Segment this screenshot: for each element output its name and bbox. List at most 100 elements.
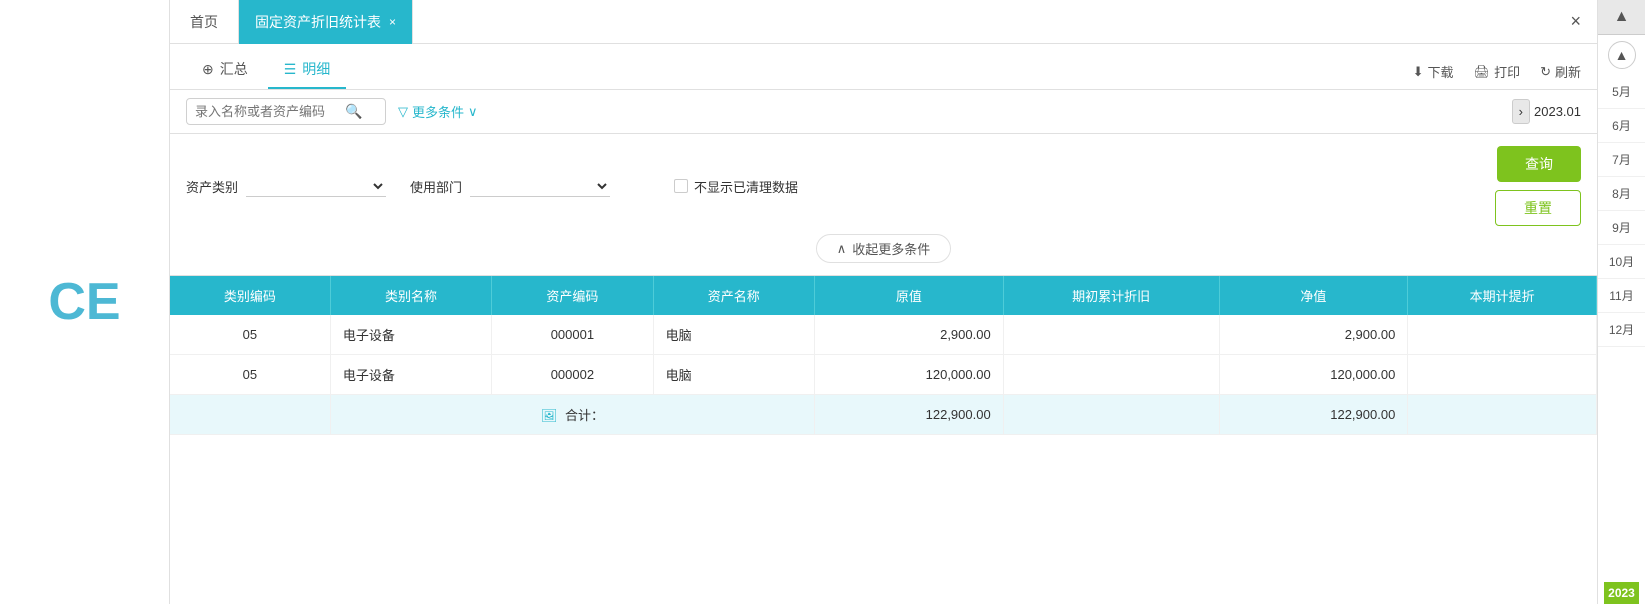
month-12[interactable]: 12月 bbox=[1598, 313, 1645, 347]
tab-active[interactable]: 固定资产折旧统计表 × bbox=[239, 0, 413, 44]
filter-row: 资产类别 使用部门 不显示已清理数据 查询 重置 bbox=[186, 146, 1581, 226]
cell-current-depreciation-2 bbox=[1408, 355, 1597, 395]
cell-asset-code-2: 000002 bbox=[492, 355, 653, 395]
filter-area: 资产类别 使用部门 不显示已清理数据 查询 重置 ∧ bbox=[170, 134, 1597, 276]
sidebar-circle-up[interactable]: ▲ bbox=[1608, 41, 1636, 69]
more-conditions-label: 更多条件 bbox=[412, 102, 464, 121]
collapse-button[interactable]: ∧ 收起更多条件 bbox=[816, 234, 952, 263]
search-input-wrapper[interactable]: 🔍 bbox=[186, 98, 386, 125]
col-asset-code: 资产编码 bbox=[492, 276, 653, 315]
cell-original-value-2: 120,000.00 bbox=[814, 355, 1003, 395]
tab-summary-label: 汇总 bbox=[220, 59, 248, 79]
hide-cleared-wrapper: 不显示已清理数据 bbox=[674, 177, 798, 196]
hide-cleared-label: 不显示已清理数据 bbox=[694, 177, 798, 196]
table-area: 类别编码 类别名称 资产编码 资产名称 原值 期初累计折旧 净值 本期计提折 0… bbox=[170, 276, 1597, 604]
sidebar-months: 5月 6月 7月 8月 9月 10月 11月 12月 bbox=[1598, 75, 1645, 347]
tab-bar: 首页 固定资产折旧统计表 × × bbox=[170, 0, 1597, 44]
sidebar-up-arrow[interactable]: ▲ bbox=[1598, 0, 1645, 35]
cell-original-value-1: 2,900.00 bbox=[814, 315, 1003, 355]
toolbar-right: ⬇ 下载 🖨 打印 ↻ 刷新 bbox=[1413, 62, 1581, 89]
month-11[interactable]: 11月 bbox=[1598, 279, 1645, 313]
download-button[interactable]: ⬇ 下载 bbox=[1413, 62, 1454, 81]
tab-summary[interactable]: ⊕ 汇总 bbox=[186, 51, 264, 89]
col-asset-name: 资产名称 bbox=[653, 276, 814, 315]
download-icon: ⬇ bbox=[1413, 64, 1424, 80]
tab-home-label: 首页 bbox=[190, 12, 218, 32]
cell-net-value-1: 2,900.00 bbox=[1219, 315, 1408, 355]
detail-icon: ☰ bbox=[284, 61, 297, 78]
cell-net-value-2: 120,000.00 bbox=[1219, 355, 1408, 395]
month-10[interactable]: 10月 bbox=[1598, 245, 1645, 279]
col-current-depreciation: 本期计提折 bbox=[1408, 276, 1597, 315]
department-select[interactable] bbox=[470, 175, 610, 197]
logo-area: CE bbox=[0, 0, 170, 604]
asset-category-label: 资产类别 bbox=[186, 177, 238, 196]
filter-asset-category: 资产类别 bbox=[186, 175, 386, 197]
tab-home[interactable]: 首页 bbox=[170, 0, 239, 44]
col-accumulated-depreciation: 期初累计折旧 bbox=[1003, 276, 1219, 315]
total-label: 合计： bbox=[565, 408, 604, 423]
collapse-bar: ∧ 收起更多条件 bbox=[186, 226, 1581, 267]
refresh-button[interactable]: ↻ 刷新 bbox=[1540, 62, 1581, 81]
print-button[interactable]: 🖨 打印 bbox=[1474, 62, 1521, 81]
hide-cleared-checkbox[interactable] bbox=[674, 179, 688, 193]
collapse-icon: ∧ bbox=[837, 241, 847, 257]
total-net-value: 122,900.00 bbox=[1219, 395, 1408, 435]
month-9[interactable]: 9月 bbox=[1598, 211, 1645, 245]
search-bar: 🔍 ▽ 更多条件 ∨ › 2023.01 bbox=[170, 90, 1597, 134]
cell-asset-code-1: 000001 bbox=[492, 315, 653, 355]
month-8[interactable]: 8月 bbox=[1598, 177, 1645, 211]
table-header-row: 类别编码 类别名称 资产编码 资产名称 原值 期初累计折旧 净值 本期计提折 bbox=[170, 276, 1597, 315]
sub-tab-bar: ⊕ 汇总 ☰ 明细 ⬇ 下载 🖨 打印 ↻ 刷新 bbox=[170, 44, 1597, 90]
tab-close-icon[interactable]: × bbox=[389, 15, 396, 29]
cell-category-code-1: 05 bbox=[170, 315, 330, 355]
filter-department: 使用部门 bbox=[410, 175, 610, 197]
col-net-value: 净值 bbox=[1219, 276, 1408, 315]
print-icon: 🖨 bbox=[1474, 64, 1491, 80]
more-conditions-button[interactable]: ▽ 更多条件 ∨ bbox=[398, 102, 478, 121]
month-6[interactable]: 6月 bbox=[1598, 109, 1645, 143]
search-icon: 🔍 bbox=[345, 103, 362, 120]
table-row: 05 电子设备 000002 电脑 120,000.00 120,000.00 bbox=[170, 355, 1597, 395]
cell-current-depreciation-1 bbox=[1408, 315, 1597, 355]
current-date: 2023.01 bbox=[1534, 104, 1581, 119]
cell-asset-name-1: 电脑 bbox=[653, 315, 814, 355]
chevron-down-icon: ∨ bbox=[468, 104, 478, 120]
summary-icon: ⊕ bbox=[202, 61, 214, 78]
date-nav: › 2023.01 bbox=[1512, 99, 1581, 124]
cell-accumulated-depreciation-2 bbox=[1003, 355, 1219, 395]
tab-detail[interactable]: ☰ 明细 bbox=[268, 51, 347, 89]
cell-category-name-1: 电子设备 bbox=[330, 315, 491, 355]
refresh-icon: ↻ bbox=[1540, 64, 1551, 80]
year-badge[interactable]: 2023 bbox=[1604, 582, 1639, 604]
asset-category-select[interactable] bbox=[246, 175, 386, 197]
month-7[interactable]: 7月 bbox=[1598, 143, 1645, 177]
total-label-cell: 🖼 合计： bbox=[330, 395, 814, 435]
col-category-name: 类别名称 bbox=[330, 276, 491, 315]
download-label: 下载 bbox=[1428, 62, 1454, 81]
search-input[interactable] bbox=[195, 104, 345, 119]
tab-active-label: 固定资产折旧统计表 bbox=[255, 12, 381, 32]
filter-buttons: 查询 重置 bbox=[1495, 146, 1581, 226]
col-category-code: 类别编码 bbox=[170, 276, 330, 315]
col-original-value: 原值 bbox=[814, 276, 1003, 315]
right-sidebar: ▲ ▲ 5月 6月 7月 8月 9月 10月 11月 12月 2023 bbox=[1597, 0, 1645, 604]
reset-button[interactable]: 重置 bbox=[1495, 190, 1581, 226]
window-close-button[interactable]: × bbox=[1554, 0, 1597, 44]
print-label: 打印 bbox=[1494, 62, 1520, 81]
total-row: 🖼 合计： 122,900.00 122,900.00 bbox=[170, 395, 1597, 435]
filter-icon: ▽ bbox=[398, 104, 408, 120]
cell-category-name-2: 电子设备 bbox=[330, 355, 491, 395]
logo-text: CE bbox=[48, 276, 120, 328]
cell-asset-name-2: 电脑 bbox=[653, 355, 814, 395]
sub-tabs: ⊕ 汇总 ☰ 明细 bbox=[186, 51, 346, 89]
date-nav-arrow[interactable]: › bbox=[1512, 99, 1530, 124]
total-icon: 🖼 bbox=[541, 408, 558, 423]
department-label: 使用部门 bbox=[410, 177, 462, 196]
cell-accumulated-depreciation-1 bbox=[1003, 315, 1219, 355]
query-button[interactable]: 查询 bbox=[1497, 146, 1581, 182]
collapse-label: 收起更多条件 bbox=[852, 239, 930, 258]
total-accumulated-depreciation bbox=[1003, 395, 1219, 435]
total-original-value: 122,900.00 bbox=[814, 395, 1003, 435]
month-5[interactable]: 5月 bbox=[1598, 75, 1645, 109]
